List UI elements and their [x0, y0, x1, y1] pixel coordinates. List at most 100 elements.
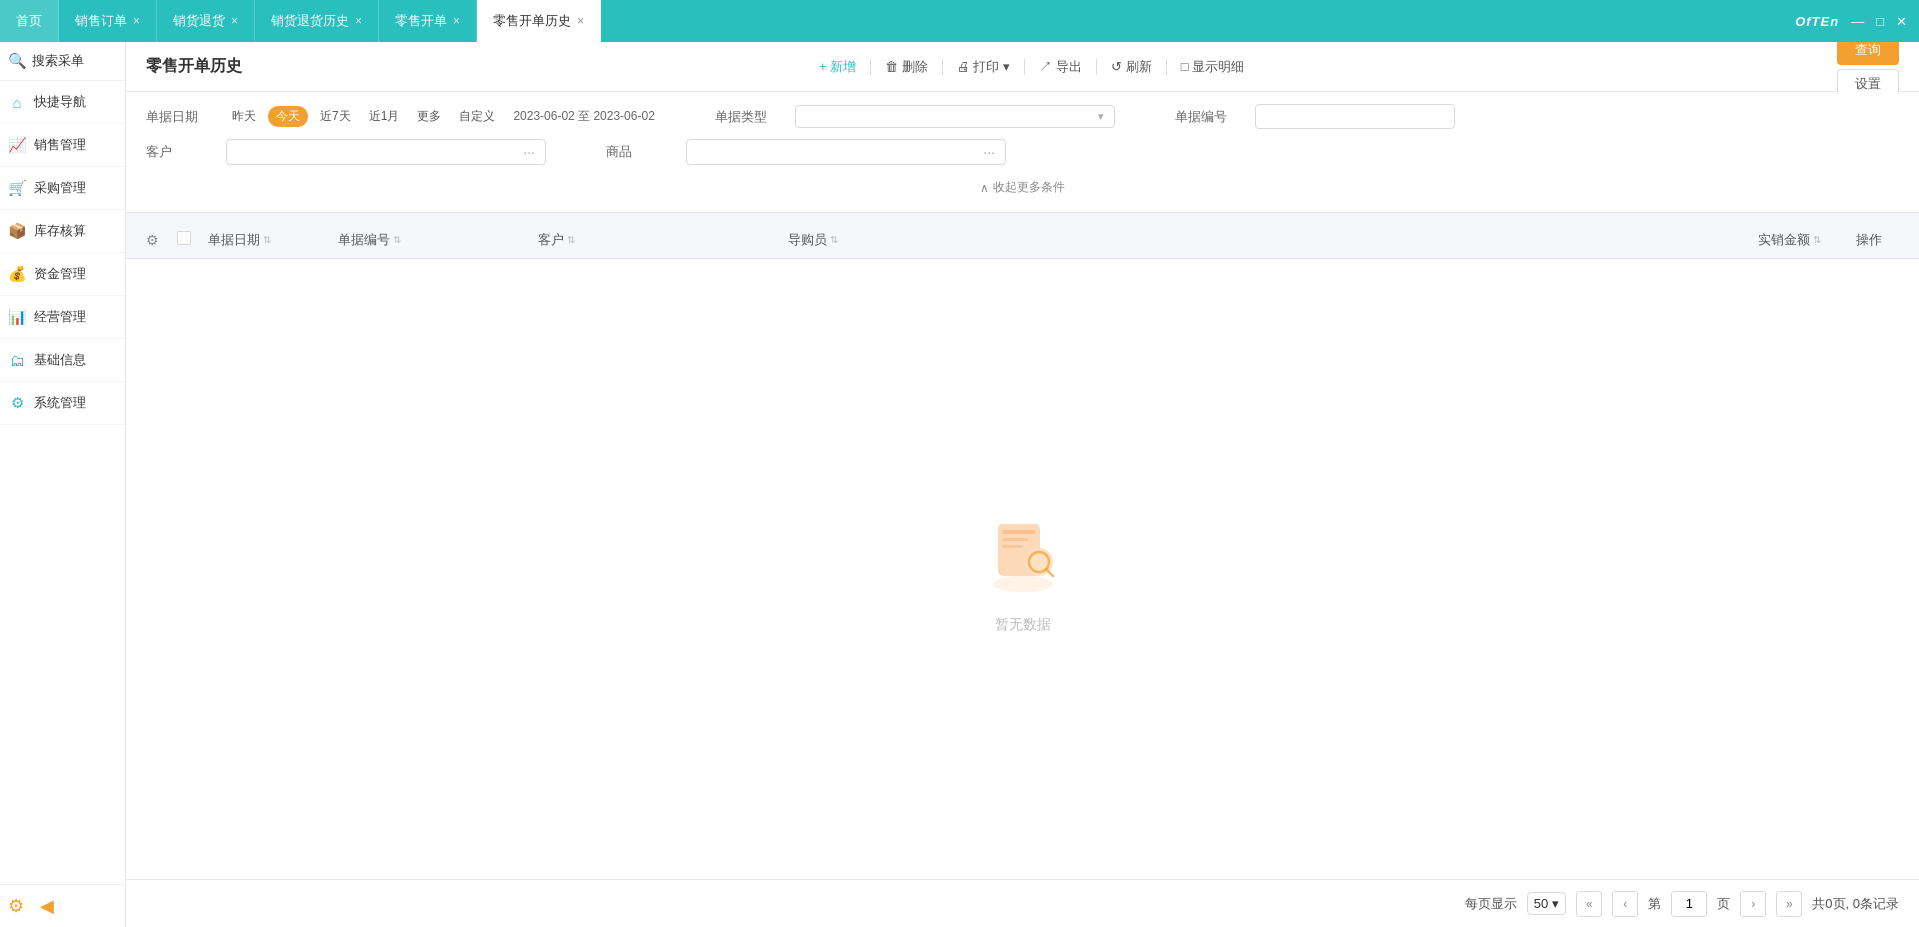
print-label: 🖨 打印	[957, 58, 1000, 76]
sidebar-item-basic-info[interactable]: 🗂 基础信息	[0, 339, 125, 382]
sidebar-item-sales[interactable]: 📈 销售管理	[0, 124, 125, 167]
settings-icon[interactable]: ⚙	[8, 895, 24, 917]
empty-illustration	[973, 504, 1073, 604]
system-icon: ⚙	[8, 394, 26, 412]
goods-dots[interactable]: ···	[983, 144, 995, 160]
tab-home[interactable]: 首页	[0, 0, 59, 42]
th-date: 单据日期 ⇅	[200, 231, 330, 249]
toolbar-divider-4	[1096, 59, 1097, 75]
tab-sales-order-close[interactable]: ×	[133, 14, 140, 28]
prev-page-btn[interactable]: ‹	[1612, 891, 1638, 917]
toolbar-divider-3	[1024, 59, 1025, 75]
brand-label: OfTEn	[1795, 14, 1839, 29]
th-date-sort[interactable]: ⇅	[263, 234, 271, 245]
date-btn-more[interactable]: 更多	[411, 106, 447, 127]
tab-retail-open-close[interactable]: ×	[453, 14, 460, 28]
add-button[interactable]: + 新增	[819, 58, 856, 76]
th-op: 操作	[1829, 231, 1909, 249]
next-page-btn[interactable]: ›	[1740, 891, 1766, 917]
window-minimize[interactable]: —	[1851, 14, 1864, 29]
sidebar-item-finance[interactable]: 💰 资金管理	[0, 253, 125, 296]
per-page-select[interactable]: 50 ▾	[1527, 892, 1566, 915]
th-num-sort[interactable]: ⇅	[393, 234, 401, 245]
page-input[interactable]	[1671, 891, 1707, 917]
tab-sales-return-history-close[interactable]: ×	[355, 14, 362, 28]
date-btn-7days[interactable]: 近7天	[314, 106, 357, 127]
sidebar-item-inventory[interactable]: 📦 库存核算	[0, 210, 125, 253]
svg-point-0	[993, 576, 1053, 592]
first-page-btn[interactable]: «	[1576, 891, 1602, 917]
display-detail-button[interactable]: □ 显示明细	[1181, 58, 1244, 76]
tab-sales-return-close[interactable]: ×	[231, 14, 238, 28]
table-checkbox-all[interactable]	[168, 231, 200, 249]
toolbar-divider-2	[942, 59, 943, 75]
date-btn-1month[interactable]: 近1月	[363, 106, 406, 127]
th-guide-label: 导购员	[788, 231, 827, 249]
date-btn-today[interactable]: 今天	[268, 106, 308, 127]
th-amount-label: 实销金额	[1758, 231, 1810, 249]
sidebar: 🔍 搜索采单 ⌂ 快捷导航 📈 销售管理 🛒 采购管理 📦 库存核算 💰 资金管…	[0, 42, 126, 927]
customer-select[interactable]: ···	[226, 139, 546, 165]
sidebar-search[interactable]: 🔍 搜索采单	[0, 42, 125, 81]
sidebar-basic-info-label: 基础信息	[34, 351, 86, 369]
content-area: 零售开单历史 + 新增 🗑 删除 🖨 打印 ▾ ↗ 导出	[126, 42, 1919, 927]
sidebar-bottom: ⚙ ◀	[0, 884, 125, 927]
tab-sales-return-label: 销货退货	[173, 12, 225, 30]
tab-retail-open[interactable]: 零售开单 ×	[379, 0, 477, 42]
collapse-sidebar-icon[interactable]: ◀	[40, 895, 54, 917]
sidebar-item-purchase[interactable]: 🛒 采购管理	[0, 167, 125, 210]
empty-text: 暂无数据	[995, 616, 1051, 634]
tab-sales-return[interactable]: 销货退货 ×	[157, 0, 255, 42]
refresh-button[interactable]: ↺ 刷新	[1111, 58, 1152, 76]
date-btn-custom[interactable]: 自定义	[453, 106, 501, 127]
delete-label: 🗑 删除	[885, 58, 928, 76]
sidebar-sales-label: 销售管理	[34, 136, 86, 154]
per-page-value: 50	[1534, 896, 1548, 911]
table-settings-icon[interactable]: ⚙	[136, 232, 168, 248]
type-select-arrow: ▾	[1098, 110, 1104, 123]
type-select[interactable]: ▾	[795, 105, 1115, 128]
window-maximize[interactable]: □	[1876, 14, 1884, 29]
th-guide-sort[interactable]: ⇅	[830, 234, 838, 245]
print-button[interactable]: 🖨 打印 ▾	[957, 58, 1011, 76]
goods-select[interactable]: ···	[686, 139, 1006, 165]
th-customer-sort[interactable]: ⇅	[567, 234, 575, 245]
filter-row-2: 客户 ··· 商品 ···	[146, 139, 1899, 165]
delete-button[interactable]: 🗑 删除	[885, 58, 928, 76]
export-button[interactable]: ↗ 导出	[1039, 58, 1082, 76]
inventory-icon: 📦	[8, 222, 26, 240]
svg-rect-2	[1002, 530, 1036, 534]
sidebar-inventory-label: 库存核算	[34, 222, 86, 240]
num-input[interactable]	[1255, 104, 1455, 129]
collapse-button[interactable]: ∧ 收起更多条件	[980, 175, 1065, 200]
export-label: ↗ 导出	[1039, 58, 1082, 76]
print-arrow-icon: ▾	[1003, 59, 1010, 74]
svg-rect-4	[1002, 545, 1022, 548]
sidebar-finance-label: 资金管理	[34, 265, 86, 283]
th-amount: 实销金额 ⇅	[1709, 231, 1829, 249]
sales-icon: 📈	[8, 136, 26, 154]
date-label: 单据日期	[146, 108, 206, 126]
tab-sales-return-history[interactable]: 销货退货历史 ×	[255, 0, 379, 42]
tab-sales-order[interactable]: 销售订单 ×	[59, 0, 157, 42]
search-icon: 🔍	[8, 52, 26, 70]
window-close[interactable]: ✕	[1896, 14, 1907, 29]
customer-dots[interactable]: ···	[523, 144, 535, 160]
th-amount-sort[interactable]: ⇅	[1813, 234, 1821, 245]
th-guide: 导购员 ⇅	[780, 231, 930, 249]
sidebar-item-operations[interactable]: 📊 经营管理	[0, 296, 125, 339]
sidebar-item-quick-nav[interactable]: ⌂ 快捷导航	[0, 81, 125, 124]
th-op-label: 操作	[1856, 231, 1882, 249]
query-button[interactable]: 查询	[1837, 42, 1899, 65]
th-customer: 客户 ⇅	[530, 231, 780, 249]
basic-info-icon: 🗂	[8, 351, 26, 369]
tab-retail-history[interactable]: 零售开单历史 ×	[477, 0, 601, 42]
date-btn-yesterday[interactable]: 昨天	[226, 106, 262, 127]
display-label: □ 显示明细	[1181, 58, 1244, 76]
checkbox-all-box	[177, 231, 191, 245]
page-label: 页	[1717, 895, 1730, 913]
last-page-btn[interactable]: »	[1776, 891, 1802, 917]
sidebar-item-system[interactable]: ⚙ 系统管理	[0, 382, 125, 425]
tab-retail-history-close[interactable]: ×	[577, 14, 584, 28]
svg-rect-3	[1002, 538, 1028, 541]
